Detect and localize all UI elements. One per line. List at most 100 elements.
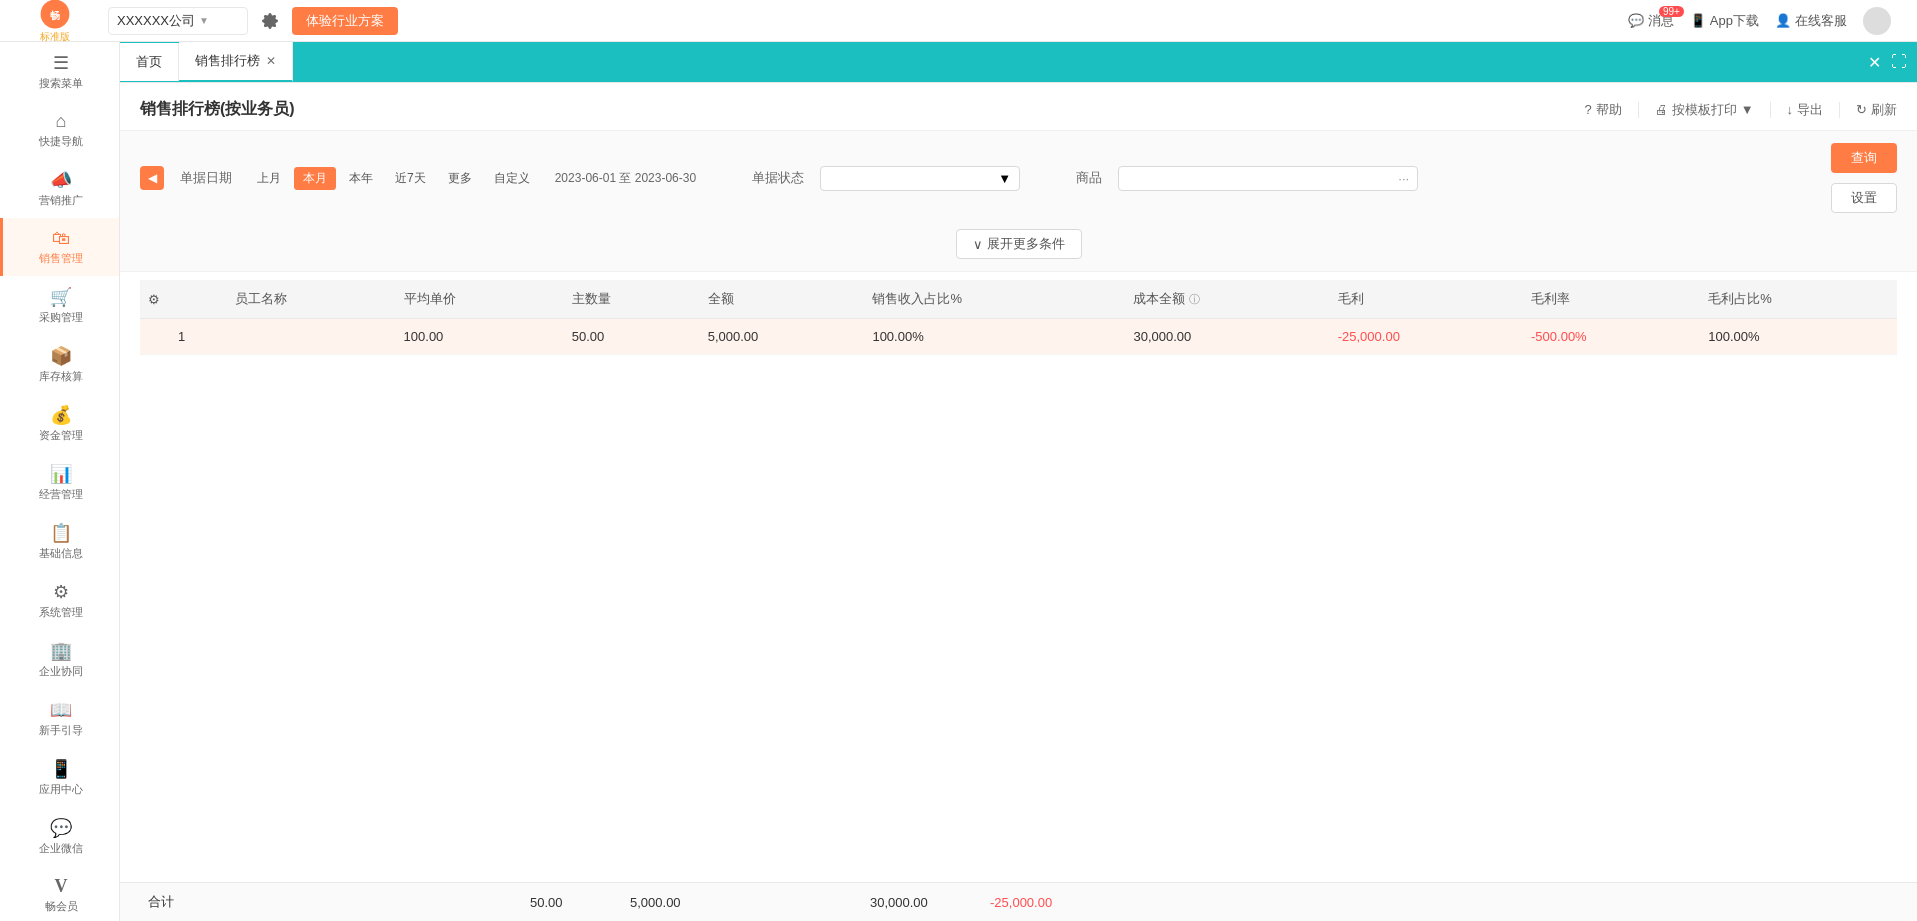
- trial-industry-button[interactable]: 体验行业方案: [292, 7, 398, 35]
- sidebar-item-quicknav[interactable]: ⌂ 快捷导航: [0, 101, 119, 159]
- inventory-icon: 📦: [50, 345, 72, 367]
- export-button[interactable]: ↓ 导出: [1787, 101, 1824, 119]
- th-rank: [170, 280, 227, 319]
- help-button[interactable]: ? 帮助: [1584, 101, 1621, 119]
- expand-more-row: ∨ 展开更多条件: [140, 221, 1897, 259]
- sidebar-item-operations[interactable]: 📊 经营管理: [0, 453, 119, 512]
- filter-row-main: ◀ 单据日期 上月 本月 本年 近7天 更多 自定义 2023-06-01 至 …: [140, 143, 1897, 213]
- window-close-icon[interactable]: ✕: [1868, 53, 1881, 72]
- template-print-button[interactable]: 🖨 按模板打印 ▼: [1655, 101, 1754, 119]
- setting-button[interactable]: 设置: [1831, 183, 1897, 213]
- sidebar-item-member[interactable]: V 畅会员: [0, 866, 119, 921]
- sidebar-item-label: 企业协同: [39, 664, 83, 679]
- tab-active-label: 销售排行榜: [195, 52, 260, 70]
- sidebar-item-label: 经营管理: [39, 487, 83, 502]
- tab-home[interactable]: 首页: [120, 43, 179, 81]
- sidebar-item-guide[interactable]: 📖 新手引导: [0, 689, 119, 748]
- message-button[interactable]: 💬 消息 99+: [1628, 12, 1674, 30]
- operations-icon: 📊: [50, 463, 72, 485]
- sidebar-item-purchase[interactable]: 🛒 采购管理: [0, 276, 119, 335]
- query-button[interactable]: 查询: [1831, 143, 1897, 173]
- system-icon: ⚙: [53, 581, 69, 603]
- date-btn-7days[interactable]: 近7天: [386, 167, 435, 190]
- home-icon: ⌂: [56, 111, 67, 132]
- sidebar-item-label: 应用中心: [39, 782, 83, 797]
- filter-right: 查询 设置: [1831, 143, 1897, 213]
- table-footer: 合计 50.00 5,000.00 30,000.00 -25,000.00: [120, 882, 1917, 921]
- topbar-settings-button[interactable]: [256, 7, 284, 35]
- marketing-icon: 📣: [50, 169, 72, 191]
- tab-sales-rank[interactable]: 销售排行榜 ✕: [179, 42, 293, 82]
- td-gross-rate: -500.00%: [1523, 319, 1700, 355]
- sidebar-item-search[interactable]: ☰ 搜索菜单: [0, 42, 119, 101]
- sidebar-item-basics[interactable]: 📋 基础信息: [0, 512, 119, 571]
- finance-icon: 💰: [50, 404, 72, 426]
- td-amount: 5,000.00: [700, 319, 865, 355]
- page-header: 销售排行榜(按业务员) ? 帮助 🖨 按模板打印 ▼: [120, 83, 1917, 131]
- td-gross-ratio: 100.00%: [1700, 319, 1897, 355]
- goods-more-icon: ···: [1398, 171, 1409, 186]
- td-quantity: 50.00: [564, 319, 700, 355]
- enterprise-icon: 🏢: [50, 640, 72, 662]
- date-btn-custom[interactable]: 自定义: [485, 167, 539, 190]
- date-btn-more[interactable]: 更多: [439, 167, 481, 190]
- th-avg-price: 平均单价: [396, 280, 564, 319]
- divider: [1770, 102, 1771, 118]
- td-cost: 30,000.00: [1125, 319, 1329, 355]
- sidebar-item-label: 资金管理: [39, 428, 83, 443]
- td-sales-ratio: 100.00%: [864, 319, 1125, 355]
- topbar-right: 💬 消息 99+ 📱 App下载 👤 在线客服: [1628, 7, 1907, 35]
- th-settings[interactable]: ⚙: [140, 280, 170, 319]
- divider: [1839, 102, 1840, 118]
- sidebar-item-label: 畅会员: [45, 899, 78, 914]
- td-avg-price: 100.00: [396, 319, 564, 355]
- page-content: 销售排行榜(按业务员) ? 帮助 🖨 按模板打印 ▼: [120, 83, 1917, 921]
- gear-icon: [262, 13, 278, 29]
- th-amount: 全额: [700, 280, 865, 319]
- tab-close-icon[interactable]: ✕: [266, 54, 276, 68]
- th-gross-rate: 毛利率: [1523, 280, 1700, 319]
- window-expand-icon[interactable]: ⛶: [1891, 53, 1907, 71]
- logo-icon: 畅: [39, 0, 71, 30]
- th-quantity: 主数量: [564, 280, 700, 319]
- sidebar-item-inventory[interactable]: 📦 库存核算: [0, 335, 119, 394]
- date-btn-this-month[interactable]: 本月: [294, 167, 336, 190]
- member-icon: V: [55, 876, 68, 897]
- date-btn-this-year[interactable]: 本年: [340, 167, 382, 190]
- sidebar-item-label: 快捷导航: [39, 134, 83, 149]
- online-service-button[interactable]: 👤 在线客服: [1775, 12, 1847, 30]
- footer-cost-val: 30,000.00: [862, 895, 982, 910]
- user-avatar[interactable]: [1863, 7, 1891, 35]
- filter-collapse-button[interactable]: ◀: [140, 166, 164, 190]
- print-chevron-icon: ▼: [1741, 102, 1754, 117]
- purchase-icon: 🛒: [50, 286, 72, 308]
- footer-qty-val: 50.00: [522, 895, 622, 910]
- expand-more-button[interactable]: ∨ 展开更多条件: [956, 229, 1082, 259]
- sidebar-item-label: 销售管理: [39, 251, 83, 266]
- sidebar-item-wechat[interactable]: 💬 企业微信: [0, 807, 119, 866]
- sidebar-item-marketing[interactable]: 📣 营销推广: [0, 159, 119, 218]
- sidebar-item-system[interactable]: ⚙ 系统管理: [0, 571, 119, 630]
- sidebar-item-apps[interactable]: 📱 应用中心: [0, 748, 119, 807]
- goods-filter-input[interactable]: ···: [1118, 166, 1418, 191]
- date-btn-last-month[interactable]: 上月: [248, 167, 290, 190]
- svg-text:畅: 畅: [50, 9, 60, 20]
- sidebar-item-sales[interactable]: 🛍 销售管理: [0, 218, 119, 276]
- date-range-group: 上月 本月 本年 近7天 更多 自定义: [248, 167, 539, 190]
- th-gross-profit: 毛利: [1330, 280, 1523, 319]
- collapse-icon: ◀: [148, 171, 157, 185]
- table-header-row: ⚙ 员工名称 平均单价 主数量 全额 销售收入占比% 成本全额 ⓘ 毛利 毛利率: [140, 280, 1897, 319]
- sidebar-item-finance[interactable]: 💰 资金管理: [0, 394, 119, 453]
- app-download-button[interactable]: 📱 App下载: [1690, 12, 1759, 30]
- expand-chevron-icon: ∨: [973, 237, 983, 252]
- status-filter-label: 单据状态: [752, 169, 804, 187]
- message-icon: 💬: [1628, 13, 1644, 28]
- download-icon: 📱: [1690, 13, 1706, 28]
- status-filter-select[interactable]: ▼: [820, 166, 1020, 191]
- sidebar-item-enterprise[interactable]: 🏢 企业协同: [0, 630, 119, 689]
- export-icon: ↓: [1787, 102, 1794, 117]
- sidebar-item-label: 系统管理: [39, 605, 83, 620]
- td-settings: [140, 319, 170, 355]
- refresh-button[interactable]: ↻ 刷新: [1856, 101, 1897, 119]
- company-selector[interactable]: XXXXXX公司 ▼: [108, 7, 248, 35]
